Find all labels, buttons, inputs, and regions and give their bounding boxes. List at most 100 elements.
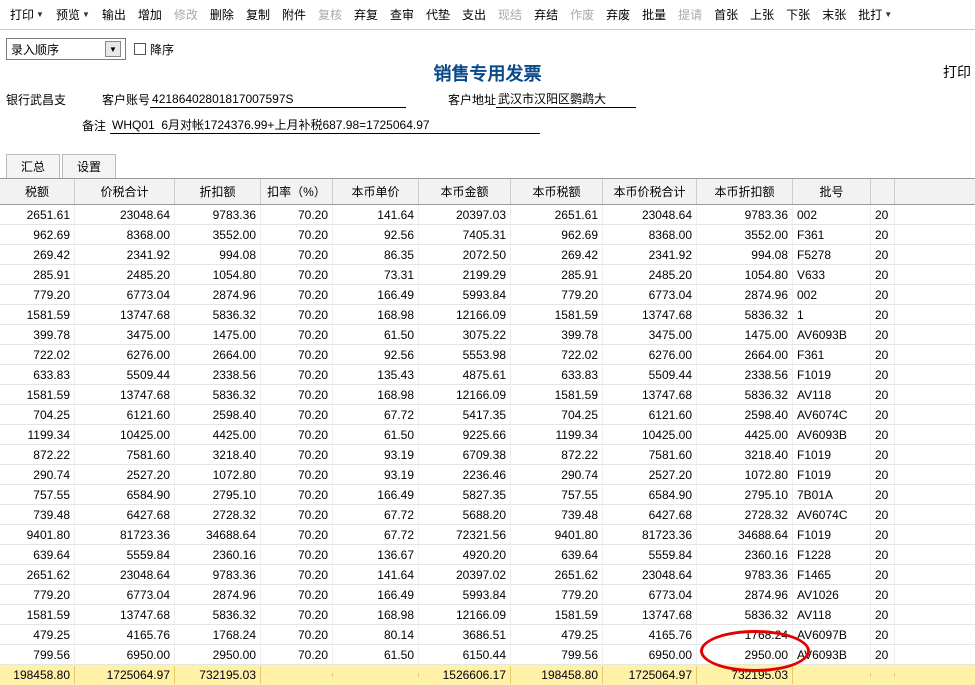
cell: 1: [793, 306, 871, 324]
cell: 285.91: [0, 266, 75, 284]
cell: 20: [871, 406, 895, 424]
toolbar-批打[interactable]: 批打▼: [854, 4, 896, 25]
cell: 70.20: [261, 246, 333, 264]
table-row[interactable]: 872.227581.603218.4070.2093.196709.38872…: [0, 445, 975, 465]
cell: 70.20: [261, 526, 333, 544]
toolbar-label: 提请: [678, 6, 702, 23]
table-row[interactable]: 704.256121.602598.4070.2067.725417.35704…: [0, 405, 975, 425]
column-header[interactable]: 本币折扣额: [697, 179, 793, 204]
cell: 1199.34: [511, 426, 603, 444]
toolbar-批量[interactable]: 批量: [638, 4, 670, 25]
column-header[interactable]: [871, 179, 895, 204]
cell: 9783.36: [175, 566, 261, 584]
tab-settings[interactable]: 设置: [62, 154, 116, 178]
cell: 4920.20: [419, 546, 511, 564]
toolbar-增加[interactable]: 增加: [134, 4, 166, 25]
total-cell: 732195.03: [175, 666, 261, 684]
table-row[interactable]: 722.026276.002664.0070.2092.565553.98722…: [0, 345, 975, 365]
cell: 5836.32: [175, 386, 261, 404]
table-row[interactable]: 799.566950.002950.0070.2061.506150.44799…: [0, 645, 975, 665]
table-row[interactable]: 399.783475.001475.0070.2061.503075.22399…: [0, 325, 975, 345]
cell: F1019: [793, 466, 871, 484]
customer-address-input[interactable]: [496, 91, 636, 108]
table-row[interactable]: 633.835509.442338.5670.20135.434875.6163…: [0, 365, 975, 385]
toolbar-label: 查审: [390, 6, 414, 23]
toolbar-label: 首张: [714, 6, 738, 23]
cell: 70.20: [261, 646, 333, 664]
cell: 2795.10: [697, 486, 793, 504]
table-row[interactable]: 2651.6123048.649783.3670.20141.6420397.0…: [0, 205, 975, 225]
toolbar-复制[interactable]: 复制: [242, 4, 274, 25]
cell: 2950.00: [175, 646, 261, 664]
cell: 20: [871, 366, 895, 384]
cell: 779.20: [511, 586, 603, 604]
table-row[interactable]: 962.698368.003552.0070.2092.567405.31962…: [0, 225, 975, 245]
cell: 3218.40: [697, 446, 793, 464]
table-row[interactable]: 2651.6223048.649783.3670.20141.6420397.0…: [0, 565, 975, 585]
column-header[interactable]: 批号: [793, 179, 871, 204]
toolbar-label: 下张: [786, 6, 810, 23]
cell: 290.74: [0, 466, 75, 484]
table-row[interactable]: 1199.3410425.004425.0070.2061.509225.661…: [0, 425, 975, 445]
table-row[interactable]: 285.912485.201054.8070.2073.312199.29285…: [0, 265, 975, 285]
table-row[interactable]: 269.422341.92994.0870.2086.352072.50269.…: [0, 245, 975, 265]
column-header[interactable]: 本币价税合计: [603, 179, 697, 204]
cell: 13747.68: [75, 606, 175, 624]
cell: 1054.80: [697, 266, 793, 284]
toolbar-label: 弃废: [606, 6, 630, 23]
column-header[interactable]: 折扣额: [175, 179, 261, 204]
cell: 633.83: [511, 366, 603, 384]
table-row[interactable]: 9401.8081723.3634688.6470.2067.7272321.5…: [0, 525, 975, 545]
toolbar-输出[interactable]: 输出: [98, 4, 130, 25]
toolbar-末张[interactable]: 末张: [818, 4, 850, 25]
toolbar-删除[interactable]: 删除: [206, 4, 238, 25]
cell: 61.50: [333, 326, 419, 344]
desc-checkbox[interactable]: [134, 43, 146, 55]
toolbar-label: 删除: [210, 6, 234, 23]
cell: 20: [871, 586, 895, 604]
column-header[interactable]: 本币税额: [511, 179, 603, 204]
toolbar-下张[interactable]: 下张: [782, 4, 814, 25]
toolbar-弃废[interactable]: 弃废: [602, 4, 634, 25]
toolbar-上张[interactable]: 上张: [746, 4, 778, 25]
table-row[interactable]: 1581.5913747.685836.3270.20168.9812166.0…: [0, 385, 975, 405]
toolbar-代垫[interactable]: 代垫: [422, 4, 454, 25]
toolbar-预览[interactable]: 预览▼: [52, 4, 94, 25]
table-row[interactable]: 739.486427.682728.3270.2067.725688.20739…: [0, 505, 975, 525]
cell: 4425.00: [175, 426, 261, 444]
column-header[interactable]: 扣率（%）: [261, 179, 333, 204]
toolbar-label: 支出: [462, 6, 486, 23]
bank-label: 银行武昌支: [6, 91, 78, 108]
cell: 70.20: [261, 326, 333, 344]
column-header[interactable]: 本币单价: [333, 179, 419, 204]
toolbar-支出[interactable]: 支出: [458, 4, 490, 25]
table-row[interactable]: 290.742527.201072.8070.2093.192236.46290…: [0, 465, 975, 485]
customer-account-input[interactable]: [150, 91, 406, 108]
table-row[interactable]: 1581.5913747.685836.3270.20168.9812166.0…: [0, 605, 975, 625]
desc-checkbox-label[interactable]: 降序: [134, 41, 174, 58]
toolbar-首张[interactable]: 首张: [710, 4, 742, 25]
toolbar-打印[interactable]: 打印▼: [6, 4, 48, 25]
remark-input[interactable]: [110, 117, 540, 134]
cell: 1475.00: [175, 326, 261, 344]
toolbar-附件[interactable]: 附件: [278, 4, 310, 25]
table-row[interactable]: 639.645559.842360.1670.20136.674920.2063…: [0, 545, 975, 565]
table-row[interactable]: 1581.5913747.685836.3270.20168.9812166.0…: [0, 305, 975, 325]
table-row[interactable]: 779.206773.042874.9670.20166.495993.8477…: [0, 285, 975, 305]
order-select[interactable]: 录入顺序 ▼: [6, 38, 126, 60]
tab-summary[interactable]: 汇总: [6, 154, 60, 178]
table-row[interactable]: 479.254165.761768.2470.2080.143686.51479…: [0, 625, 975, 645]
column-header[interactable]: 本币金额: [419, 179, 511, 204]
cell: 72321.56: [419, 526, 511, 544]
cell: 872.22: [511, 446, 603, 464]
table-row[interactable]: 779.206773.042874.9670.20166.495993.8477…: [0, 585, 975, 605]
toolbar-弃复[interactable]: 弃复: [350, 4, 382, 25]
toolbar-查审[interactable]: 查审: [386, 4, 418, 25]
toolbar-弃结[interactable]: 弃结: [530, 4, 562, 25]
column-header[interactable]: 税额: [0, 179, 75, 204]
cell: 20: [871, 326, 895, 344]
column-header[interactable]: 价税合计: [75, 179, 175, 204]
toolbar-label: 弃复: [354, 6, 378, 23]
cell: 5827.35: [419, 486, 511, 504]
table-row[interactable]: 757.556584.902795.1070.20166.495827.3575…: [0, 485, 975, 505]
